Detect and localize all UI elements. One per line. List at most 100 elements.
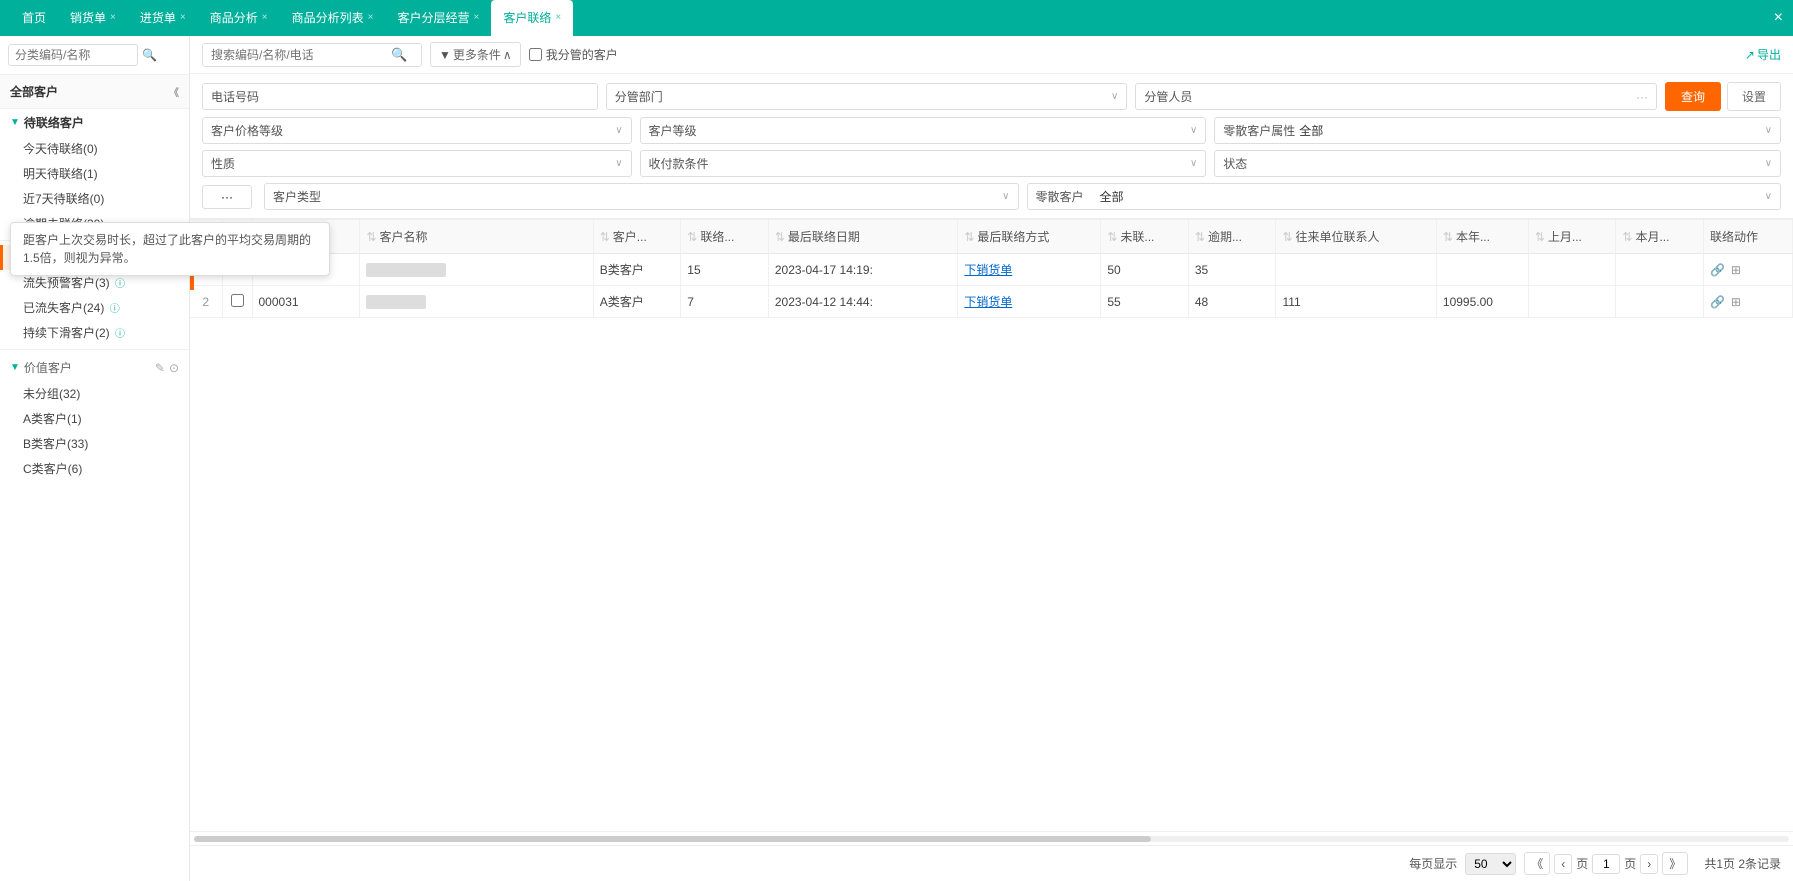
filter-price-level[interactable]: 客户价格等级 ∨: [202, 117, 632, 144]
nav-customer-layered[interactable]: 客户分层经营 ×: [385, 0, 491, 36]
last-page-btn[interactable]: 》: [1662, 852, 1688, 875]
horizontal-scrollbar[interactable]: [190, 831, 1793, 845]
filter-payment[interactable]: 收付款条件 ∨: [640, 150, 1207, 177]
col-person-sort[interactable]: ⇅: [1282, 230, 1292, 244]
next-page-btn[interactable]: ›: [1640, 854, 1658, 874]
retail-customer-label: 零散客户: [1036, 188, 1096, 205]
col-name: ⇅ 客户名称: [360, 220, 593, 254]
nav-customer-contact-close[interactable]: ×: [555, 0, 561, 36]
row-2-link-icon[interactable]: 🔗: [1710, 295, 1725, 309]
nav-sales-close[interactable]: ×: [110, 0, 116, 36]
sidebar-collapse-icon[interactable]: 《: [169, 84, 179, 99]
churn-warning-icon: ⓘ: [115, 279, 125, 290]
filter-retail-attr[interactable]: 零散客户属性 全部 ∨: [1214, 117, 1781, 144]
sidebar-item-churned[interactable]: 已流失客户(24) ⓘ: [0, 295, 189, 320]
nav-product-analysis-label: 商品分析: [210, 0, 258, 36]
filter-more-btn[interactable]: ···: [202, 185, 252, 209]
sidebar-item-b-class[interactable]: B类客户(33): [0, 431, 189, 456]
sidebar-item-tomorrow[interactable]: 明天待联络(1): [0, 161, 189, 186]
row-1-contact-person: [1276, 254, 1436, 286]
value-group-icons: ✎ ⊙: [155, 361, 179, 375]
nav-customer-layered-close[interactable]: ×: [473, 0, 479, 36]
row-2-this-month: [1616, 286, 1704, 318]
filter-nature[interactable]: 性质 ∨: [202, 150, 632, 177]
col-last-month: ⇅ 上月...: [1528, 220, 1616, 254]
row-2-last-method[interactable]: 下销货单: [958, 286, 1101, 318]
setting-button[interactable]: 设置: [1727, 82, 1781, 111]
col-level-sort[interactable]: ⇅: [600, 230, 610, 244]
row-2-overdue: 48: [1188, 286, 1276, 318]
filter-dept[interactable]: 分管部门 ∨: [606, 83, 1128, 110]
current-page-input[interactable]: [1592, 854, 1620, 874]
nature-arrow: ∨: [615, 158, 622, 169]
sidebar-group-pending[interactable]: ▼ 待联络客户: [0, 109, 189, 136]
filter-customer-level[interactable]: 客户等级 ∨: [640, 117, 1207, 144]
col-this-month-label: 本月...: [1635, 228, 1669, 245]
row-1-link-icon[interactable]: 🔗: [1710, 263, 1725, 277]
filter-status[interactable]: 状态 ∨: [1214, 150, 1781, 177]
sidebar-item-ungroup[interactable]: 未分组(32): [0, 381, 189, 406]
row-1-last-method[interactable]: 下销货单: [958, 254, 1101, 286]
row-2-select[interactable]: [231, 294, 244, 307]
declining-icon: ⓘ: [115, 329, 125, 340]
filter-retail-customer[interactable]: 零散客户 全部 ∨: [1027, 183, 1782, 210]
col-this-year-sort[interactable]: ⇅: [1443, 230, 1453, 244]
scrollbar-thumb[interactable]: [194, 836, 1151, 842]
tooltip-repurchase: 距客户上次交易时长，超过了此客户的平均交易周期的1.5倍，则视为异常。: [10, 222, 330, 276]
sidebar-value-group[interactable]: ▼ 价值客户 ✎ ⊙: [0, 354, 189, 381]
person-ellipsis[interactable]: ···: [1636, 90, 1648, 104]
nav-purchase[interactable]: 进货单 ×: [128, 0, 198, 36]
col-uncontacted-sort[interactable]: ⇅: [1107, 230, 1117, 244]
sidebar-item-declining[interactable]: 持续下滑客户(2) ⓘ: [0, 320, 189, 345]
nav-customer-contact[interactable]: 客户联络 ×: [491, 0, 573, 36]
customer-level-label: 客户等级: [649, 122, 709, 139]
content-area: 🔍 ▼ 更多条件 ∧ 我分管的客户 ↗ 导出 电话号码: [190, 36, 1793, 881]
sidebar-divider-2: [0, 349, 189, 350]
scrollbar-track[interactable]: [194, 836, 1789, 842]
row-2-this-year: 10995.00: [1436, 286, 1528, 318]
prev-page-btn[interactable]: ‹: [1554, 854, 1572, 874]
sidebar-search-input[interactable]: [8, 44, 138, 66]
col-name-sort[interactable]: ⇅: [366, 230, 376, 244]
value-group-edit-icon[interactable]: ✎: [155, 361, 165, 375]
col-overdue-sort[interactable]: ⇅: [1195, 230, 1205, 244]
customer-type-label: 客户类型: [273, 188, 333, 205]
nav-purchase-close[interactable]: ×: [180, 0, 186, 36]
col-method-sort[interactable]: ⇅: [964, 230, 974, 244]
first-page-btn[interactable]: 《: [1524, 852, 1550, 875]
search-icon[interactable]: 🔍: [391, 47, 407, 63]
more-conditions-btn[interactable]: ▼ 更多条件 ∧: [430, 42, 521, 67]
per-page-label: 每页显示: [1409, 855, 1457, 872]
col-contact-count-sort[interactable]: ⇅: [687, 230, 697, 244]
col-uncontacted: ⇅ 未联...: [1101, 220, 1189, 254]
sidebar-item-today[interactable]: 今天待联络(0): [0, 136, 189, 161]
query-button[interactable]: 查询: [1665, 82, 1721, 111]
col-last-month-sort[interactable]: ⇅: [1535, 230, 1545, 244]
nav-product-analysis[interactable]: 商品分析 ×: [198, 0, 280, 36]
col-this-month-sort[interactable]: ⇅: [1622, 230, 1632, 244]
row-2-action-icons: 🔗 ⊞: [1710, 295, 1786, 309]
sidebar-item-7days[interactable]: 近7天待联络(0): [0, 186, 189, 211]
value-group-settings-icon[interactable]: ⊙: [169, 361, 179, 375]
sidebar-item-a-class[interactable]: A类客户(1): [0, 406, 189, 431]
export-button[interactable]: ↗ 导出: [1745, 46, 1781, 63]
search-input[interactable]: [211, 48, 391, 62]
sidebar-item-c-class[interactable]: C类客户(6): [0, 456, 189, 481]
filter-person[interactable]: 分管人员 ···: [1135, 83, 1657, 110]
per-page-select[interactable]: 50 100 200: [1465, 853, 1516, 875]
filter-customer-type[interactable]: 客户类型 ∨: [264, 183, 1019, 210]
global-close-button[interactable]: ×: [1774, 9, 1783, 27]
row-1-action-icons: 🔗 ⊞: [1710, 263, 1786, 277]
sidebar-search-icon[interactable]: 🔍: [142, 48, 157, 62]
my-customers-checkbox[interactable]: [529, 48, 542, 61]
col-date-sort[interactable]: ⇅: [775, 230, 785, 244]
nav-sales[interactable]: 销货单 ×: [58, 0, 128, 36]
nav-product-analysis-list-close[interactable]: ×: [368, 0, 374, 36]
nav-home[interactable]: 首页: [10, 0, 58, 36]
nav-product-analysis-close[interactable]: ×: [262, 0, 268, 36]
row-2-grid-icon[interactable]: ⊞: [1731, 295, 1741, 309]
col-contact-count: ⇅ 联络...: [681, 220, 769, 254]
row-1-this-month: [1616, 254, 1704, 286]
row-1-grid-icon[interactable]: ⊞: [1731, 263, 1741, 277]
nav-product-analysis-list[interactable]: 商品分析列表 ×: [280, 0, 386, 36]
